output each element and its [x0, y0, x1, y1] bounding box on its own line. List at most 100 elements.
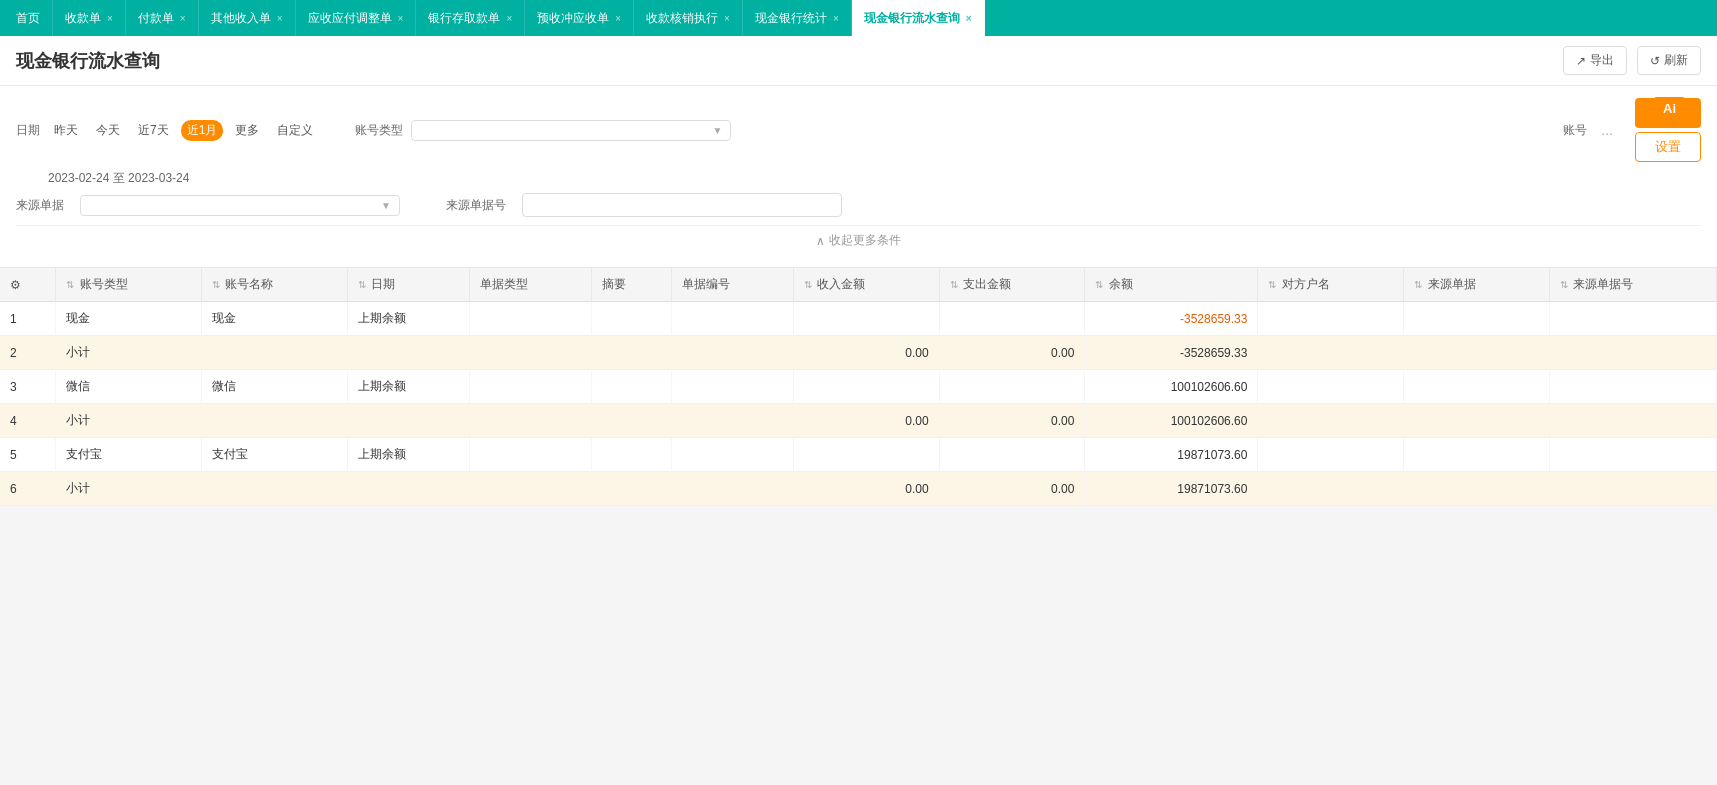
table-row: 6 小计 0.00 0.00 19871073.60 [0, 472, 1717, 506]
cell-date [347, 404, 469, 438]
col-counterpart-label: 对方户名 [1282, 277, 1330, 291]
date-shortcut-today[interactable]: 今天 [90, 120, 126, 141]
refresh-label: 刷新 [1664, 52, 1688, 69]
cell-expense: 0.00 [939, 336, 1085, 370]
cell-income [793, 370, 939, 404]
col-doc-type-label: 单据类型 [480, 277, 528, 291]
source-doc-select[interactable]: ▼ [80, 195, 400, 216]
date-label: 日期 [16, 122, 40, 139]
cell-counterpart [1258, 472, 1404, 506]
close-icon[interactable]: × [398, 13, 404, 24]
cell-doc-no [671, 404, 793, 438]
ai-badge[interactable]: Ai [1653, 97, 1686, 120]
date-shortcut-yesterday[interactable]: 昨天 [48, 120, 84, 141]
date-shortcut-1month[interactable]: 近1月 [181, 120, 224, 141]
date-range-display: 2023-02-24 至 2023-03-24 [48, 171, 189, 185]
cell-account-type: 小计 [56, 336, 202, 370]
account-type-select[interactable]: ▼ [411, 120, 731, 141]
page-header: 现金银行流水查询 ↗ 导出 ↺ 刷新 [0, 36, 1717, 86]
close-icon[interactable]: × [966, 13, 972, 24]
gear-icon[interactable]: ⚙ [10, 278, 21, 292]
settings-button[interactable]: 设置 [1635, 132, 1701, 162]
collapse-label: 收起更多条件 [829, 232, 901, 249]
close-icon[interactable]: × [833, 13, 839, 24]
col-expense-label: 支出金额 [963, 277, 1011, 291]
close-icon[interactable]: × [180, 13, 186, 24]
account-ellipsis[interactable]: ... [1595, 122, 1619, 138]
nav-item-adjustment[interactable]: 应收应付调整单 × [296, 0, 417, 36]
nav-item-other-income[interactable]: 其他收入单 × [199, 0, 296, 36]
col-account-name-label: 账号名称 [225, 277, 273, 291]
cell-date: 上期余额 [347, 302, 469, 336]
cell-account-type: 小计 [56, 472, 202, 506]
account-label: 账号 [1563, 122, 1587, 139]
sort-icon: ⇅ [212, 279, 220, 290]
col-source-doc: ⇅ 来源单据 [1404, 268, 1550, 302]
cell-doc-no [671, 438, 793, 472]
collapse-bar[interactable]: ∧ 收起更多条件 [16, 225, 1701, 255]
nav-item-cashflow[interactable]: 现金银行流水查询 × [852, 0, 985, 36]
refresh-button[interactable]: ↺ 刷新 [1637, 46, 1701, 75]
nav-item-bank-deposit[interactable]: 银行存取款单 × [416, 0, 525, 36]
cell-source-doc [1404, 302, 1550, 336]
cell-doc-type [469, 472, 591, 506]
col-account-type: ⇅ 账号类型 [56, 268, 202, 302]
col-date: ⇅ 日期 [347, 268, 469, 302]
date-shortcut-custom[interactable]: 自定义 [271, 120, 319, 141]
cell-source-doc-no [1549, 472, 1716, 506]
cell-balance: -3528659.33 [1085, 336, 1258, 370]
source-doc-label: 来源单据 [16, 197, 64, 214]
nav-item-home[interactable]: 首页 [4, 0, 53, 36]
date-shortcut-more[interactable]: 更多 [229, 120, 265, 141]
close-icon[interactable]: × [724, 13, 730, 24]
data-table: ⚙ ⇅ 账号类型 ⇅ 账号名称 ⇅ 日期 单据类型 摘要 [0, 268, 1717, 506]
export-button[interactable]: ↗ 导出 [1563, 46, 1627, 75]
cell-income [793, 302, 939, 336]
col-counterpart: ⇅ 对方户名 [1258, 268, 1404, 302]
close-icon[interactable]: × [277, 13, 283, 24]
cell-doc-type [469, 438, 591, 472]
cell-expense [939, 302, 1085, 336]
cell-date: 上期余额 [347, 370, 469, 404]
nav-label-receipt: 收款单 [65, 10, 101, 27]
nav-label-adjustment: 应收应付调整单 [308, 10, 392, 27]
nav-item-writeoff[interactable]: 收款核销执行 × [634, 0, 743, 36]
sort-icon: ⇅ [1560, 279, 1568, 290]
cell-income: 0.00 [793, 404, 939, 438]
close-icon[interactable]: × [615, 13, 621, 24]
cell-summary [592, 302, 672, 336]
cell-doc-type [469, 370, 591, 404]
col-source-doc-no: ⇅ 来源单据号 [1549, 268, 1716, 302]
cell-counterpart [1258, 404, 1404, 438]
nav-item-payment[interactable]: 付款单 × [126, 0, 199, 36]
cell-balance: 19871073.60 [1085, 472, 1258, 506]
cell-account-type: 支付宝 [56, 438, 202, 472]
cell-income: 0.00 [793, 336, 939, 370]
date-shortcut-7days[interactable]: 近7天 [132, 120, 175, 141]
cell-account-name [202, 404, 348, 438]
collapse-up-icon: ∧ [816, 234, 825, 248]
table-row: 5 支付宝 支付宝 上期余额 19871073.60 [0, 438, 1717, 472]
cell-summary [592, 438, 672, 472]
header-actions: ↗ 导出 ↺ 刷新 [1563, 46, 1701, 75]
nav-item-advance[interactable]: 预收冲应收单 × [525, 0, 634, 36]
nav-label-cashflow: 现金银行流水查询 [864, 10, 960, 27]
col-doc-no: 单据编号 [671, 268, 793, 302]
cell-no: 6 [0, 472, 56, 506]
col-gear: ⚙ [0, 268, 56, 302]
table-row: 2 小计 0.00 0.00 -3528659.33 [0, 336, 1717, 370]
col-account-type-label: 账号类型 [80, 277, 128, 291]
table-container: ⚙ ⇅ 账号类型 ⇅ 账号名称 ⇅ 日期 单据类型 摘要 [0, 268, 1717, 506]
nav-item-receipt[interactable]: 收款单 × [53, 0, 126, 36]
col-expense: ⇅ 支出金额 [939, 268, 1085, 302]
nav-item-bank-stat[interactable]: 现金银行统计 × [743, 0, 852, 36]
table-header-row: ⚙ ⇅ 账号类型 ⇅ 账号名称 ⇅ 日期 单据类型 摘要 [0, 268, 1717, 302]
source-doc-num-input[interactable] [522, 193, 842, 217]
table-row: 3 微信 微信 上期余额 100102606.60 [0, 370, 1717, 404]
col-summary-label: 摘要 [602, 277, 626, 291]
close-icon[interactable]: × [107, 13, 113, 24]
table-row: 4 小计 0.00 0.00 100102606.60 [0, 404, 1717, 438]
cell-no: 3 [0, 370, 56, 404]
cell-doc-type [469, 404, 591, 438]
close-icon[interactable]: × [506, 13, 512, 24]
